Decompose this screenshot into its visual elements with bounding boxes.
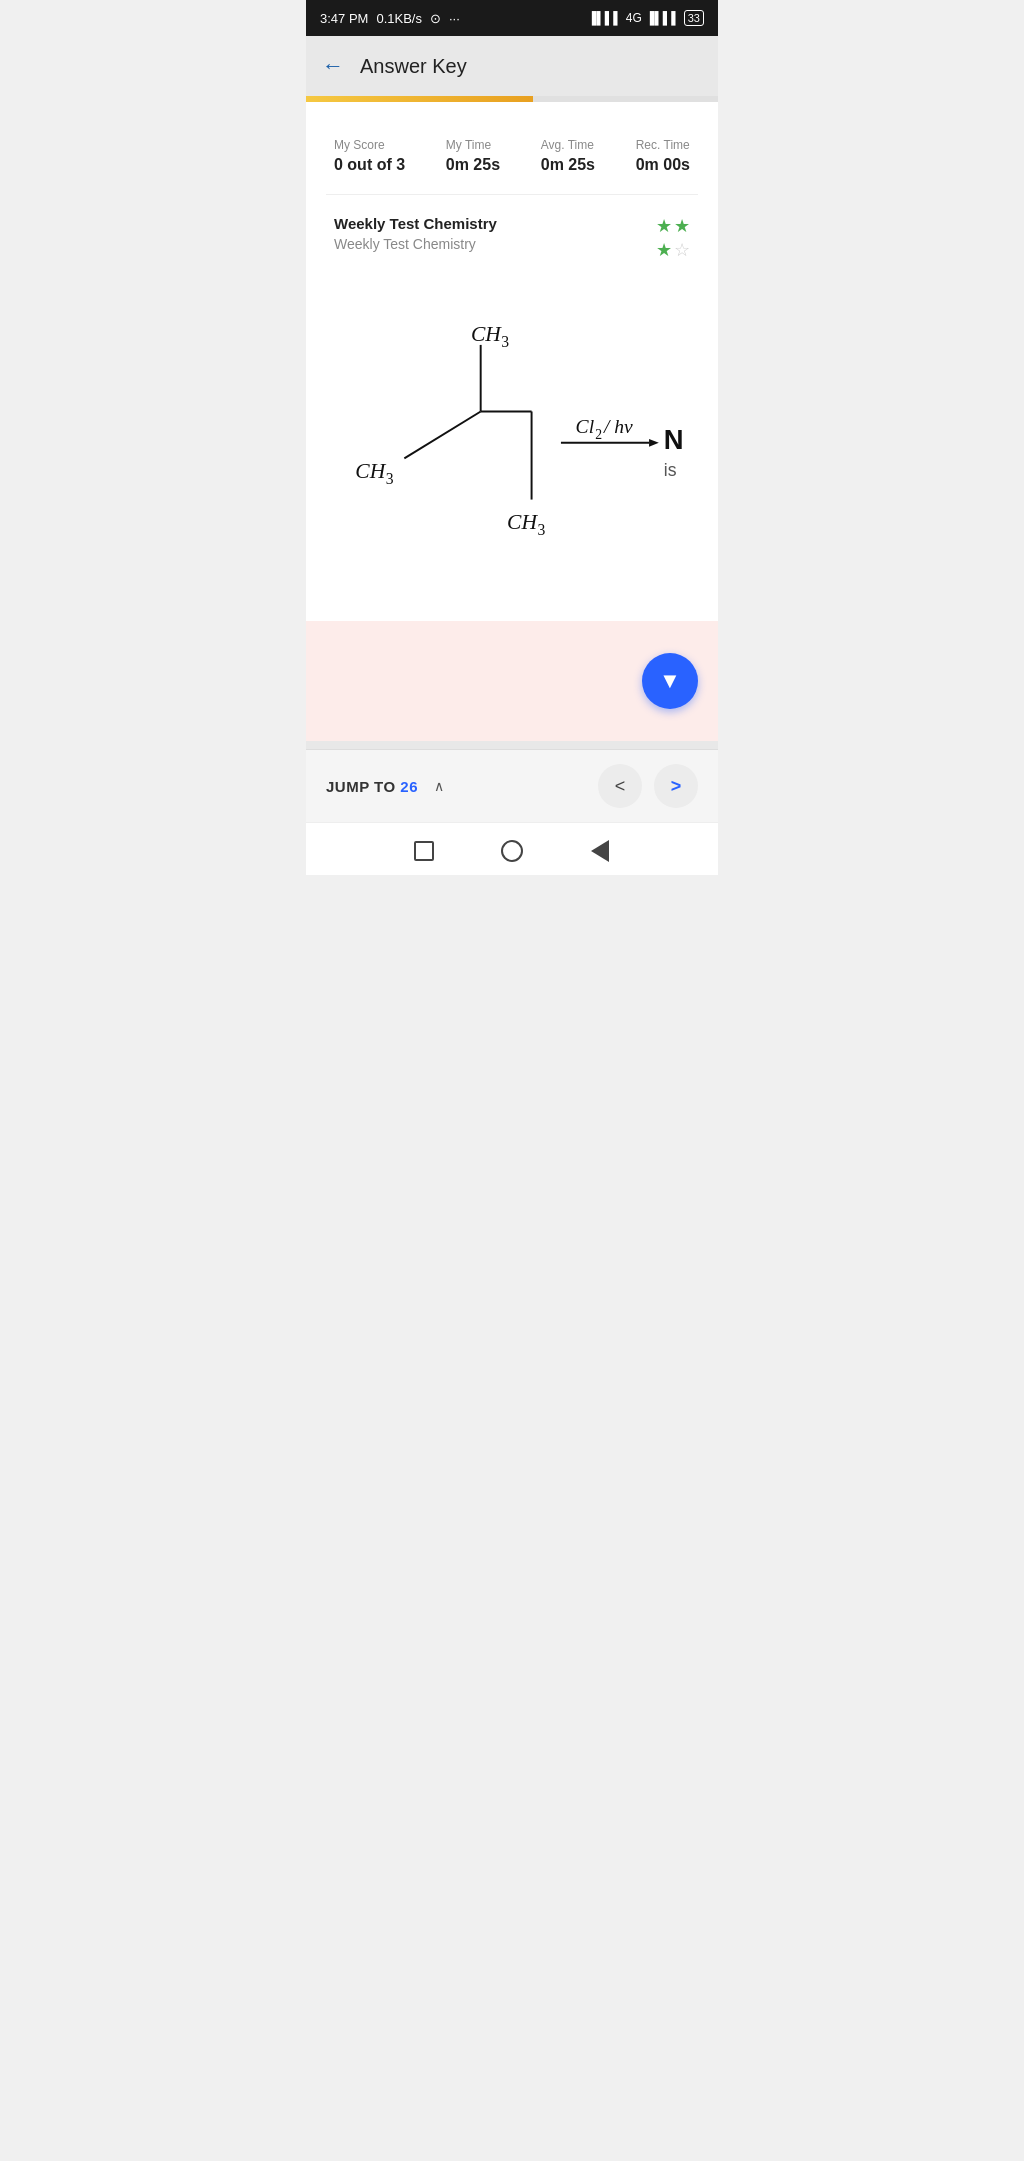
svg-text:2: 2 xyxy=(595,427,602,442)
my-score-stat: My Score 0 out of 3 xyxy=(334,138,405,174)
bottom-nav: JUMP TO 26 ∧ < > xyxy=(306,749,718,822)
svg-text:3: 3 xyxy=(501,333,509,350)
my-time-stat: My Time 0m 25s xyxy=(446,138,500,174)
network-speed: 0.1KB/s xyxy=(376,11,422,26)
status-left: 3:47 PM 0.1KB/s ⊙ ··· xyxy=(320,11,460,26)
stats-row: My Score 0 out of 3 My Time 0m 25s Avg. … xyxy=(326,122,698,195)
svg-marker-11 xyxy=(649,439,659,447)
my-score-label: My Score xyxy=(334,138,405,152)
test-sub-title: Weekly Test Chemistry xyxy=(334,236,644,252)
svg-text:N: N xyxy=(664,424,684,455)
test-info: Weekly Test Chemistry Weekly Test Chemis… xyxy=(326,195,698,271)
header: ← Answer Key xyxy=(306,36,718,96)
avg-time-label: Avg. Time xyxy=(541,138,595,152)
filter-button[interactable]: ▼ xyxy=(642,653,698,709)
filter-icon: ▼ xyxy=(659,668,681,694)
jump-chevron[interactable]: ∧ xyxy=(434,778,444,794)
circle-icon xyxy=(501,840,523,862)
home-button[interactable] xyxy=(498,837,526,865)
rec-time-stat: Rec. Time 0m 00s xyxy=(636,138,690,174)
svg-text:3: 3 xyxy=(537,521,545,538)
star-3: ★ xyxy=(656,239,672,261)
next-arrow-icon: > xyxy=(671,776,682,797)
my-time-value: 0m 25s xyxy=(446,156,500,174)
chemistry-diagram: CH 3 CH 3 CH 3 Cl 2 / hv N is xyxy=(326,271,698,611)
triangle-icon xyxy=(591,840,609,862)
svg-text:CH: CH xyxy=(355,459,386,483)
rec-time-label: Rec. Time xyxy=(636,138,690,152)
svg-line-3 xyxy=(404,412,480,459)
page-title: Answer Key xyxy=(360,55,467,78)
avg-time-value: 0m 25s xyxy=(541,156,595,174)
svg-text:CH: CH xyxy=(471,322,502,346)
rec-time-value: 0m 00s xyxy=(636,156,690,174)
svg-text:3: 3 xyxy=(386,470,394,487)
status-right: ▐▌▌▌ 4G ▐▌▌▌ 33 xyxy=(588,10,704,26)
jump-to-label: JUMP TO 26 xyxy=(326,778,418,795)
stars-container: ★ ★ ★ ☆ xyxy=(656,215,690,261)
main-content: My Score 0 out of 3 My Time 0m 25s Avg. … xyxy=(306,102,718,741)
next-arrow[interactable]: > xyxy=(654,764,698,808)
prev-arrow[interactable]: < xyxy=(598,764,642,808)
notification-dot: ⊙ xyxy=(430,11,441,26)
svg-text:Cl: Cl xyxy=(576,416,594,437)
square-icon xyxy=(414,841,434,861)
square-button[interactable] xyxy=(410,837,438,865)
svg-text:CH: CH xyxy=(507,510,538,534)
chemistry-svg: CH 3 CH 3 CH 3 Cl 2 / hv N is xyxy=(326,294,698,588)
star-1: ★ xyxy=(656,215,672,237)
battery-indicator: 33 xyxy=(684,10,704,26)
prev-arrow-icon: < xyxy=(615,776,626,797)
status-bar: 3:47 PM 0.1KB/s ⊙ ··· ▐▌▌▌ 4G ▐▌▌▌ 33 xyxy=(306,0,718,36)
avg-time-stat: Avg. Time 0m 25s xyxy=(541,138,595,174)
star-4: ☆ xyxy=(674,239,690,261)
svg-text:is: is xyxy=(664,460,677,480)
jump-to-number: 26 xyxy=(400,778,418,795)
svg-text:/ hv: / hv xyxy=(603,416,633,437)
signal-bars-2: ▐▌▌▌ xyxy=(646,11,680,25)
menu-dots: ··· xyxy=(449,11,460,26)
my-score-value: 0 out of 3 xyxy=(334,156,405,174)
star-2: ★ xyxy=(674,215,690,237)
device-nav-bar xyxy=(306,822,718,875)
answer-section: ▼ xyxy=(306,621,718,741)
back-nav-button[interactable] xyxy=(586,837,614,865)
network-type: 4G xyxy=(626,11,642,25)
divider xyxy=(306,741,718,749)
test-main-title: Weekly Test Chemistry xyxy=(334,215,644,232)
time: 3:47 PM xyxy=(320,11,368,26)
my-time-label: My Time xyxy=(446,138,500,152)
test-titles: Weekly Test Chemistry Weekly Test Chemis… xyxy=(334,215,644,252)
back-button[interactable]: ← xyxy=(322,53,344,79)
signal-bars: ▐▌▌▌ xyxy=(588,11,622,25)
